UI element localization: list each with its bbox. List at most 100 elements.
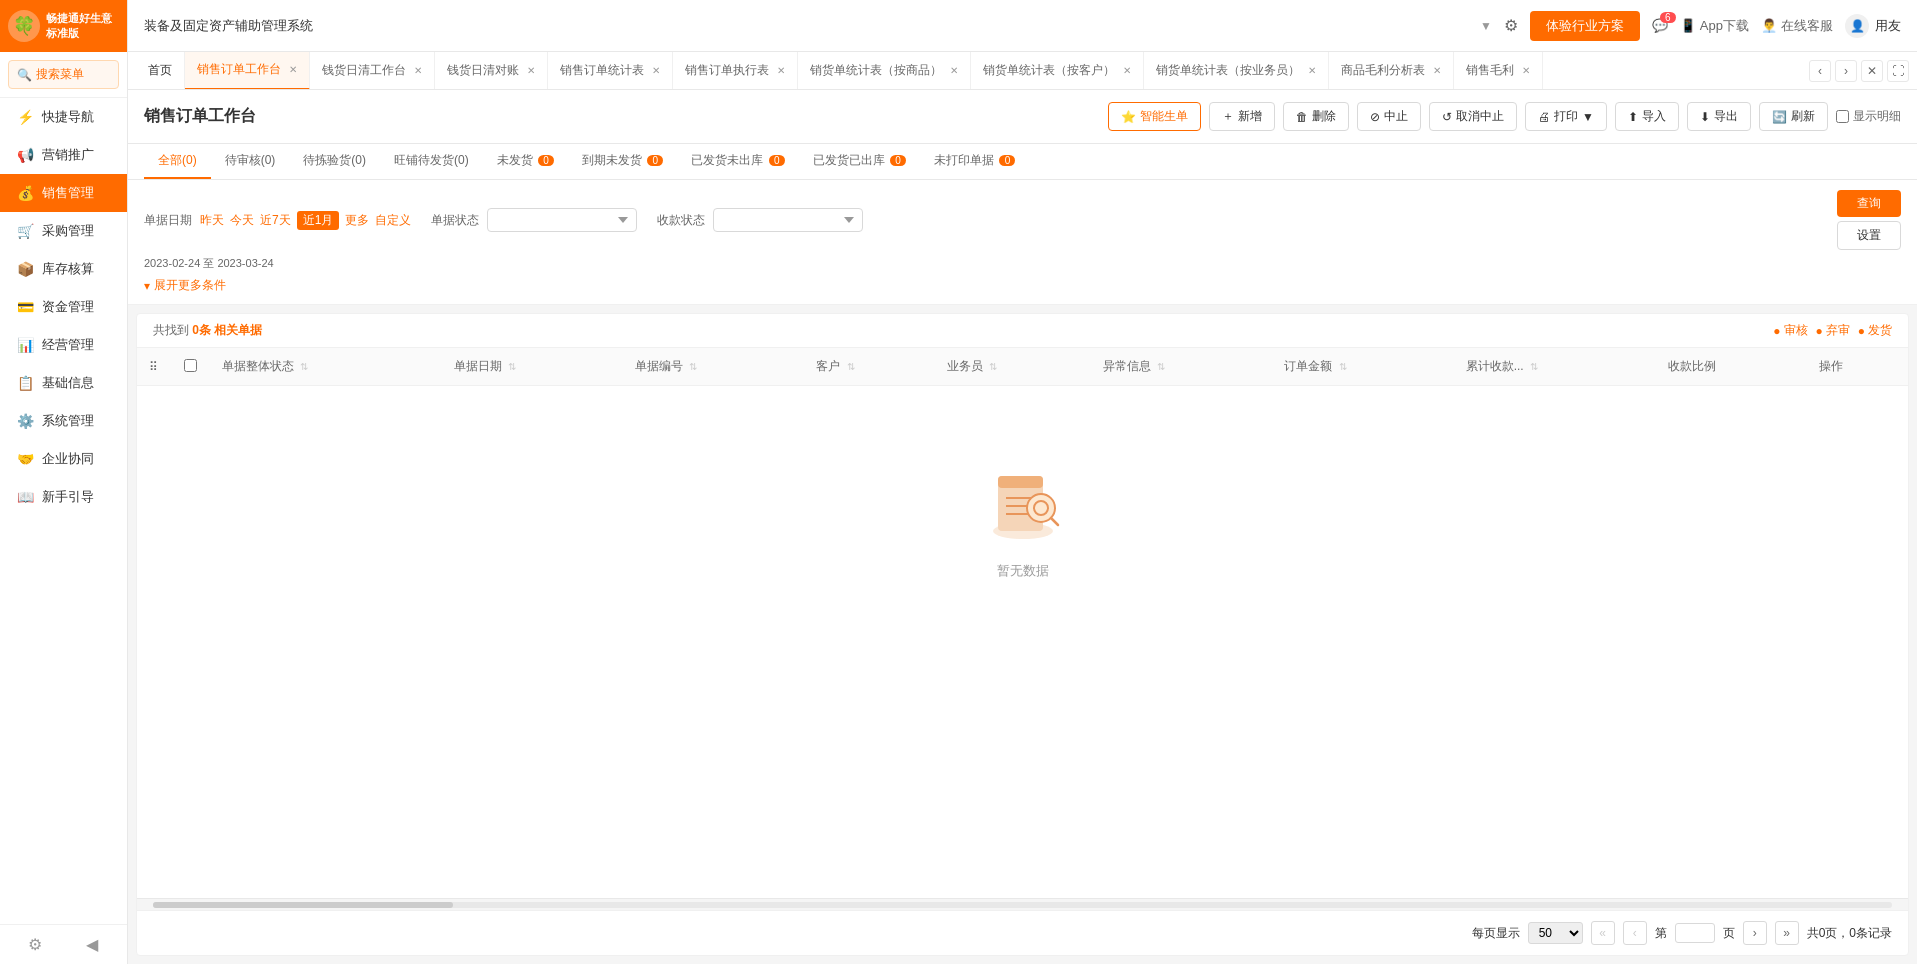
first-page-button[interactable]: « <box>1591 921 1615 945</box>
collapse-sidebar-button[interactable]: ◀ <box>68 935 118 954</box>
sidebar-item-marketing[interactable]: 📢 营销推广 <box>0 136 127 174</box>
sidebar-item-inventory[interactable]: 📦 库存核算 <box>0 250 127 288</box>
sort-status-icon[interactable]: ⇅ <box>300 361 308 372</box>
user-menu[interactable]: 👤 用友 <box>1845 14 1901 38</box>
sort-customer-icon[interactable]: ⇅ <box>847 361 855 372</box>
refresh-button[interactable]: 🔄 刷新 <box>1759 102 1828 131</box>
tab-sales-profit[interactable]: 销售毛利 ✕ <box>1454 52 1543 90</box>
payment-select[interactable] <box>713 208 863 232</box>
expand-filter-button[interactable]: ▾ 展开更多条件 <box>144 277 226 294</box>
unreviewed-button[interactable]: ● 弃审 <box>1816 322 1850 339</box>
subtab-overdue-not-shipped[interactable]: 到期未发货 0 <box>568 144 677 179</box>
tab-summary-product[interactable]: 销货单统计表（按商品） ✕ <box>798 52 971 90</box>
sidebar-item-sales[interactable]: 💰 销售管理 <box>0 174 127 212</box>
select-all-checkbox[interactable] <box>184 359 197 372</box>
shortcut-7days[interactable]: 近7天 <box>260 212 291 229</box>
sort-collected-icon[interactable]: ⇅ <box>1530 361 1538 372</box>
sidebar-item-finance[interactable]: 💳 资金管理 <box>0 288 127 326</box>
import-button[interactable]: ⬆ 导入 <box>1615 102 1679 131</box>
tab-close-summary-product[interactable]: ✕ <box>950 65 958 76</box>
sidebar-item-operations[interactable]: 📊 经营管理 <box>0 326 127 364</box>
ship-button[interactable]: ● 发货 <box>1858 322 1892 339</box>
tab-close-all[interactable]: ✕ <box>1861 60 1883 82</box>
search-menu-section: 🔍 搜索菜单 <box>0 52 127 98</box>
solution-button[interactable]: 体验行业方案 <box>1530 11 1640 41</box>
tab-close-sales-workbench[interactable]: ✕ <box>289 64 297 75</box>
subtab-pending-review[interactable]: 待审核(0) <box>211 144 290 179</box>
tab-home[interactable]: 首页 <box>136 52 185 90</box>
topbar-settings-icon[interactable]: ⚙ <box>1504 16 1518 35</box>
tab-cash-daily[interactable]: 钱货日清工作台 ✕ <box>310 52 435 90</box>
online-service-button[interactable]: 👨‍💼 在线客服 <box>1761 17 1833 35</box>
horizontal-scrollbar[interactable] <box>137 898 1908 910</box>
shortcut-custom[interactable]: 自定义 <box>375 212 411 229</box>
filter-bar: 单据日期 昨天 今天 近7天 近1月 更多 自定义 单据状态 收款状态 <box>128 180 1917 305</box>
tab-fullscreen[interactable]: ⛶ <box>1887 60 1909 82</box>
tab-close-cash-reconcile[interactable]: ✕ <box>527 65 535 76</box>
sidebar-item-purchase[interactable]: 🛒 采购管理 <box>0 212 127 250</box>
shortcut-today[interactable]: 今天 <box>230 212 254 229</box>
app-download-button[interactable]: 📱 App下载 <box>1680 17 1749 35</box>
tab-sales-exec[interactable]: 销售订单执行表 ✕ <box>673 52 798 90</box>
tab-close-sales-profit[interactable]: ✕ <box>1522 65 1530 76</box>
sort-amount-icon[interactable]: ⇅ <box>1339 361 1347 372</box>
shortcut-yesterday[interactable]: 昨天 <box>200 212 224 229</box>
message-button[interactable]: 💬 6 <box>1652 18 1668 33</box>
sidebar-item-basic-info[interactable]: 📋 基础信息 <box>0 364 127 402</box>
stop-button[interactable]: ⊘ 中止 <box>1357 102 1421 131</box>
subtab-shipped-not-out[interactable]: 已发货未出库 0 <box>677 144 798 179</box>
sidebar-item-quick-nav[interactable]: ⚡ 快捷导航 <box>0 98 127 136</box>
subtab-all[interactable]: 全部(0) <box>144 144 211 179</box>
shortcut-1month[interactable]: 近1月 <box>297 211 340 230</box>
tab-cash-reconcile[interactable]: 钱货日清对账 ✕ <box>435 52 548 90</box>
add-button[interactable]: ＋ 新增 <box>1209 102 1275 131</box>
subtab-pending-inspect[interactable]: 待拣验货(0) <box>289 144 380 179</box>
page-number-input[interactable]: 1 <box>1675 923 1715 943</box>
export-button[interactable]: ⬇ 导出 <box>1687 102 1751 131</box>
tab-close-sales-stats[interactable]: ✕ <box>652 65 660 76</box>
tab-sales-workbench[interactable]: 销售订单工作台 ✕ <box>185 52 310 90</box>
set-button[interactable]: 设置 <box>1837 221 1901 250</box>
smart-create-button[interactable]: ⭐ 智能生单 <box>1108 102 1201 131</box>
search-menu-button[interactable]: 🔍 搜索菜单 <box>8 60 119 89</box>
review-button[interactable]: ● 审核 <box>1773 322 1807 339</box>
sort-date-icon[interactable]: ⇅ <box>508 361 516 372</box>
print-button[interactable]: 🖨 打印 ▼ <box>1525 102 1607 131</box>
tab-scroll-right[interactable]: › <box>1835 60 1857 82</box>
tab-scroll-left[interactable]: ‹ <box>1809 60 1831 82</box>
last-page-button[interactable]: » <box>1775 921 1799 945</box>
subtab-shipped-out[interactable]: 已发货已出库 0 <box>799 144 920 179</box>
prev-page-button[interactable]: ‹ <box>1623 921 1647 945</box>
data-table: ⠿ 单据整体状态 ⇅ 单据日期 ⇅ <box>137 348 1908 898</box>
show-detail-checkbox[interactable] <box>1836 110 1849 123</box>
delete-button[interactable]: 🗑 删除 <box>1283 102 1349 131</box>
tab-sales-stats[interactable]: 销售订单统计表 ✕ <box>548 52 673 90</box>
tab-gross-margin[interactable]: 商品毛利分析表 ✕ <box>1329 52 1454 90</box>
sidebar-item-system[interactable]: ⚙️ 系统管理 <box>0 402 127 440</box>
tab-close-cash-daily[interactable]: ✕ <box>414 65 422 76</box>
settings-bottom-button[interactable]: ⚙ <box>10 935 60 954</box>
subtab-not-printed[interactable]: 未打印单据 0 <box>920 144 1029 179</box>
sort-number-icon[interactable]: ⇅ <box>689 361 697 372</box>
sidebar-item-cooperation[interactable]: 🤝 企业协同 <box>0 440 127 478</box>
scrollbar-thumb[interactable] <box>153 902 453 908</box>
query-button[interactable]: 查询 <box>1837 190 1901 217</box>
page-size-select[interactable]: 50 10 20 100 <box>1528 922 1583 944</box>
status-select[interactable] <box>487 208 637 232</box>
sort-salesman-icon[interactable]: ⇅ <box>989 361 997 372</box>
sidebar-item-guide[interactable]: 📖 新手引导 <box>0 478 127 516</box>
tab-close-gross-margin[interactable]: ✕ <box>1433 65 1441 76</box>
tab-summary-customer[interactable]: 销货单统计表（按客户） ✕ <box>971 52 1144 90</box>
tab-summary-salesman[interactable]: 销货单统计表（按业务员） ✕ <box>1144 52 1329 90</box>
tab-close-sales-exec[interactable]: ✕ <box>777 65 785 76</box>
shortcut-more[interactable]: 更多 <box>345 212 369 229</box>
subtab-wangpu-pending[interactable]: 旺铺待发货(0) <box>380 144 483 179</box>
subtab-not-shipped[interactable]: 未发货 0 <box>483 144 568 179</box>
tab-close-summary-customer[interactable]: ✕ <box>1123 65 1131 76</box>
tab-close-summary-salesman[interactable]: ✕ <box>1308 65 1316 76</box>
cancel-stop-button[interactable]: ↺ 取消中止 <box>1429 102 1517 131</box>
date-label: 单据日期 <box>144 212 192 229</box>
next-page-button[interactable]: › <box>1743 921 1767 945</box>
logo-text: 畅捷通好生意 标准版 <box>46 11 112 42</box>
sort-exception-icon[interactable]: ⇅ <box>1157 361 1165 372</box>
